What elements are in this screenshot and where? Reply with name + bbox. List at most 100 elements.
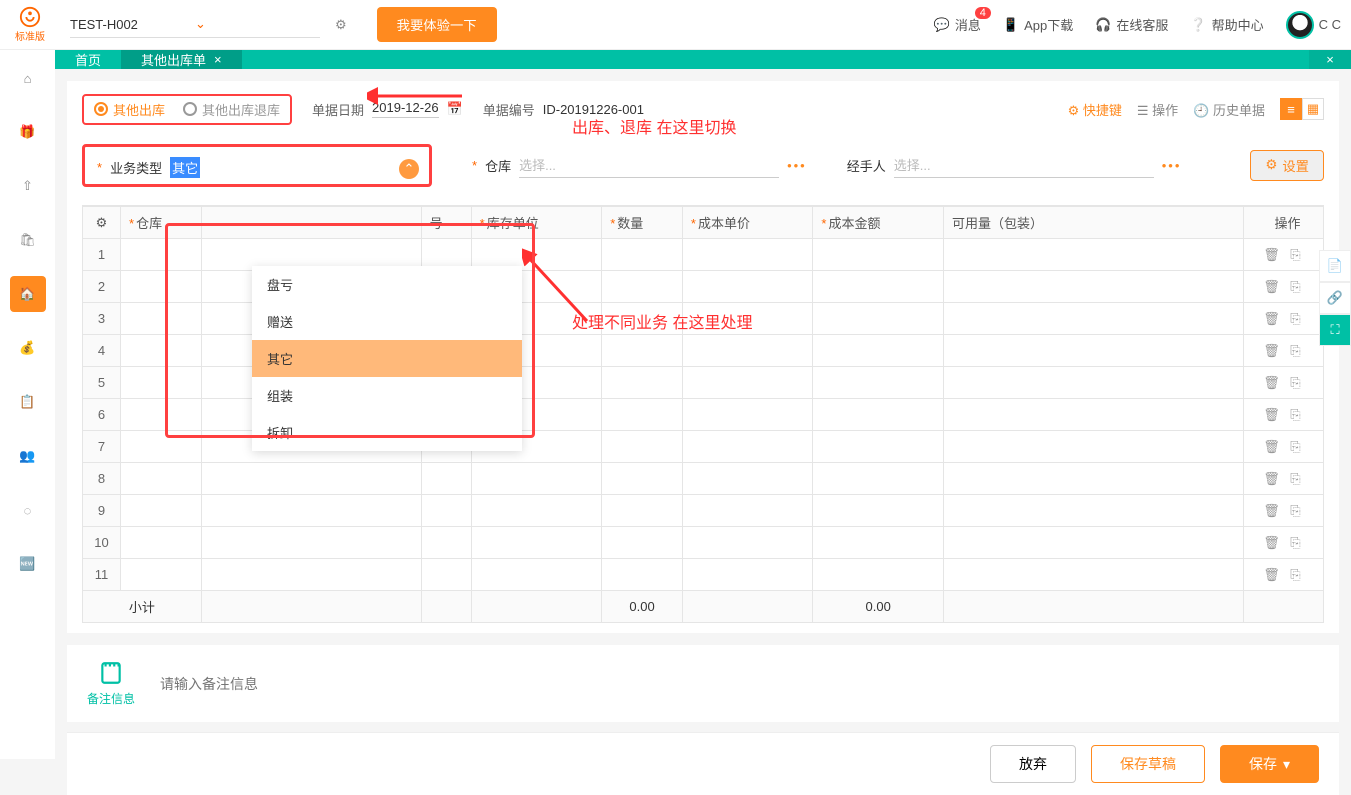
col-ops: 操作	[1244, 207, 1324, 239]
subtotal-row: 小计 0.00 0.00	[83, 591, 1324, 623]
tenant-select[interactable]: TEST-H002 ⌄	[70, 11, 320, 38]
top-right-nav: 💬 消息 4 📱 App下载 🎧 在线客服 ❔ 帮助中心 C C	[934, 11, 1341, 39]
copy-icon[interactable]: ⎘	[1287, 374, 1305, 392]
nav-sync[interactable]: ◌	[10, 492, 46, 528]
operate-link[interactable]: ☰ 操作	[1137, 100, 1178, 119]
footer-actions: 放弃 保存草稿 保存 ▾	[67, 732, 1339, 795]
nav-money[interactable]: 💰	[10, 330, 46, 366]
nav-bag[interactable]: 🛍	[10, 222, 46, 258]
copy-icon[interactable]: ⎘	[1287, 310, 1305, 328]
dropdown-option[interactable]: 组装	[252, 377, 522, 414]
radio-outbound-return[interactable]: 其他出库退库	[183, 100, 280, 119]
delete-icon[interactable]: 🗑	[1263, 342, 1281, 360]
col-qty: *数量	[602, 207, 683, 239]
delete-icon[interactable]: 🗑	[1263, 566, 1281, 584]
service-link[interactable]: 🎧 在线客服	[1095, 15, 1168, 34]
business-type-value: 其它	[170, 157, 200, 178]
radio-dot-icon	[183, 102, 197, 116]
more-icon[interactable]: •••	[787, 158, 807, 173]
warehouse-field[interactable]: * 仓库 选择... •••	[472, 152, 807, 178]
help-icon: ❔	[1190, 17, 1206, 33]
copy-icon[interactable]: ⎘	[1287, 470, 1305, 488]
annotation-switch-hint: 出库、退库 在这里切换	[572, 114, 736, 138]
gear-icon: ⚙	[1265, 157, 1277, 173]
avatar	[1286, 11, 1314, 39]
copy-icon[interactable]: ⎘	[1287, 342, 1305, 360]
delete-icon[interactable]: 🗑	[1263, 406, 1281, 424]
dropdown-option[interactable]: 盘亏	[252, 266, 522, 303]
tab-home[interactable]: 首页	[55, 50, 121, 69]
nav-contacts[interactable]: 👥	[10, 438, 46, 474]
dropdown-option[interactable]: 拆卸	[252, 414, 522, 451]
table-row[interactable]: 11🗑⎘	[83, 559, 1324, 591]
delete-icon[interactable]: 🗑	[1263, 502, 1281, 520]
col-cost-price: *成本单价	[682, 207, 813, 239]
radio-outbound[interactable]: 其他出库	[94, 100, 165, 119]
discard-button[interactable]: 放弃	[990, 745, 1076, 783]
dropdown-option[interactable]: 赠送	[252, 303, 522, 340]
help-link[interactable]: ❔ 帮助中心	[1190, 15, 1263, 34]
history-link[interactable]: 🕘 历史单据	[1193, 100, 1265, 119]
delete-icon[interactable]: 🗑	[1263, 438, 1281, 456]
phone-icon: 📱	[1003, 17, 1019, 33]
delete-icon[interactable]: 🗑	[1263, 534, 1281, 552]
page-tabs: 首页 其他出库单 × ×	[55, 50, 1351, 69]
logo: 标准版	[10, 5, 50, 45]
chevron-up-icon[interactable]: ⌃	[399, 159, 419, 179]
copy-icon[interactable]: ⎘	[1287, 438, 1305, 456]
copy-icon[interactable]: ⎘	[1287, 278, 1305, 296]
col-hidden	[201, 207, 421, 239]
tab-other-outbound[interactable]: 其他出库单 ×	[121, 50, 242, 69]
dropdown-option[interactable]: 其它	[252, 340, 522, 377]
nav-warehouse[interactable]: 🏠	[10, 276, 46, 312]
chevron-down-icon: ▾	[1283, 756, 1290, 773]
messages-link[interactable]: 💬 消息 4	[934, 15, 981, 34]
gear-icon[interactable]: ⚙	[335, 17, 347, 33]
copy-icon[interactable]: ⎘	[1287, 534, 1305, 552]
remark-input[interactable]	[160, 676, 1319, 692]
settings-button[interactable]: ⚙ 设置	[1250, 150, 1324, 181]
handler-field[interactable]: 经手人 选择... •••	[847, 152, 1182, 178]
delete-icon[interactable]: 🗑	[1263, 310, 1281, 328]
dock-expand[interactable]: ⛶	[1319, 314, 1351, 346]
save-button[interactable]: 保存 ▾	[1220, 745, 1319, 783]
side-nav: ⌂ 🎁 ⇧ 🛍 🏠 💰 📋 👥 ◌ 🆕	[0, 50, 55, 759]
delete-icon[interactable]: 🗑	[1263, 278, 1281, 296]
nav-home[interactable]: ⌂	[10, 60, 46, 96]
remark-icon: 备注信息	[87, 660, 135, 707]
nav-gift[interactable]: 🎁	[10, 114, 46, 150]
table-row[interactable]: 10🗑⎘	[83, 527, 1324, 559]
message-icon: 💬	[934, 17, 950, 33]
nav-clipboard[interactable]: 📋	[10, 384, 46, 420]
col-settings[interactable]: ⚙	[83, 207, 121, 239]
more-icon[interactable]: •••	[1162, 158, 1182, 173]
business-type-field[interactable]: * 业务类型 其它 ⌃	[82, 144, 432, 187]
view-grid[interactable]: ▦	[1302, 98, 1324, 120]
view-list[interactable]: ≡	[1280, 98, 1302, 120]
dock-note[interactable]: 📄	[1319, 250, 1351, 282]
delete-icon[interactable]: 🗑	[1263, 374, 1281, 392]
app-download-link[interactable]: 📱 App下载	[1003, 15, 1073, 34]
logo-icon	[19, 6, 41, 28]
copy-icon[interactable]: ⎘	[1287, 566, 1305, 584]
close-icon[interactable]: ×	[214, 52, 222, 67]
table-row[interactable]: 9🗑⎘	[83, 495, 1324, 527]
header-row-2: * 业务类型 其它 ⌃ * 仓库 选择... ••• 经手人 选择... •••	[82, 145, 1324, 185]
table-row[interactable]: 8🗑⎘	[83, 463, 1324, 495]
copy-icon[interactable]: ⎘	[1287, 246, 1305, 264]
save-draft-button[interactable]: 保存草稿	[1091, 745, 1205, 783]
delete-icon[interactable]: 🗑	[1263, 246, 1281, 264]
try-button[interactable]: 我要体验一下	[377, 7, 497, 42]
nav-new[interactable]: 🆕	[10, 546, 46, 582]
radio-dot-icon	[94, 102, 108, 116]
nav-up[interactable]: ⇧	[10, 168, 46, 204]
dock-link[interactable]: 🔗	[1319, 282, 1351, 314]
user-menu[interactable]: C C	[1286, 11, 1341, 39]
header-actions: ⚙ 快捷键 ☰ 操作 🕘 历史单据 ≡ ▦	[1068, 98, 1324, 120]
shortcut-link[interactable]: ⚙ 快捷键	[1068, 100, 1122, 119]
copy-icon[interactable]: ⎘	[1287, 502, 1305, 520]
tabs-close-all[interactable]: ×	[1309, 50, 1351, 69]
delete-icon[interactable]: 🗑	[1263, 470, 1281, 488]
col-warehouse: *仓库	[121, 207, 202, 239]
copy-icon[interactable]: ⎘	[1287, 406, 1305, 424]
